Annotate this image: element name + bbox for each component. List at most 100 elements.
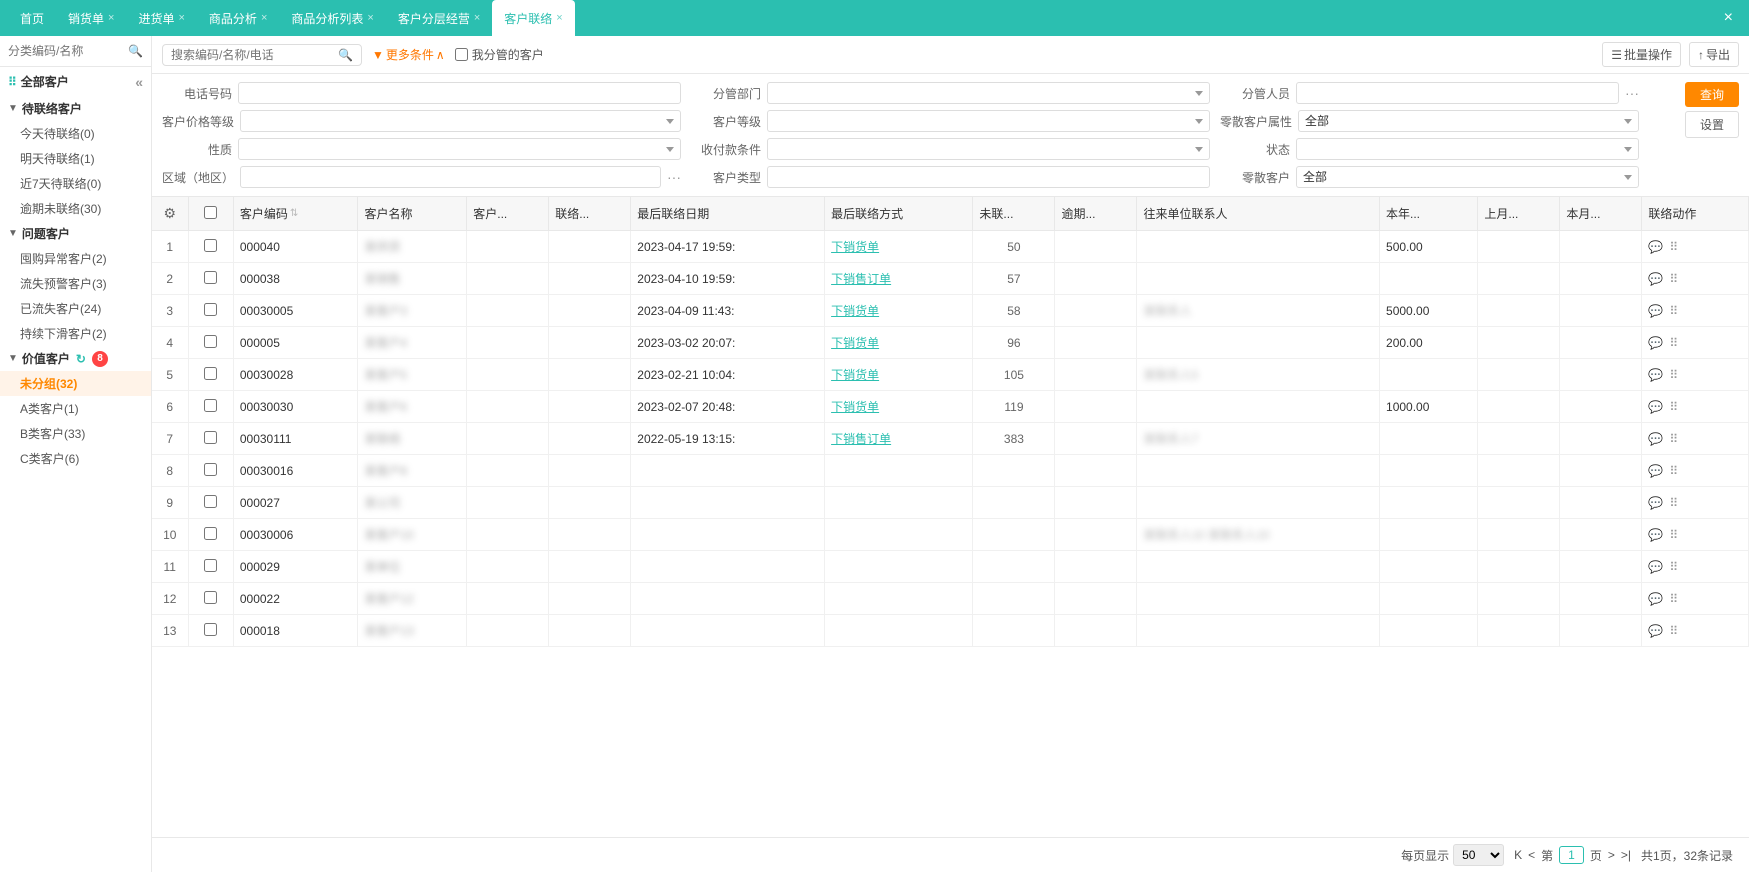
row-last-contact-method[interactable] [825, 519, 973, 551]
value-refresh-icon[interactable]: ↻ [76, 352, 86, 366]
search-input[interactable] [171, 48, 334, 62]
search-icon[interactable]: 🔍 [338, 48, 353, 62]
filter-retail-attr-select[interactable]: 全部 [1298, 110, 1639, 132]
row-select-checkbox[interactable] [204, 591, 217, 604]
action-more-icon[interactable]: ⠿ [1669, 272, 1678, 286]
sidebar-group-pending[interactable]: ▼ 待联络客户 [0, 96, 151, 121]
row-checkbox[interactable] [188, 359, 233, 391]
row-last-contact-method[interactable] [825, 583, 973, 615]
tab-customer-contact[interactable]: 客户联络 × [492, 0, 574, 36]
action-more-icon[interactable]: ⠿ [1669, 592, 1678, 606]
filter-nature-select[interactable] [238, 138, 681, 160]
sidebar-item-ungroup[interactable]: 未分组(32) [0, 371, 151, 396]
row-checkbox[interactable] [188, 615, 233, 647]
col-code-header[interactable]: 客户编码 ⇅ [233, 197, 358, 231]
row-select-checkbox[interactable] [204, 463, 217, 476]
filter-payment-select[interactable] [767, 138, 1210, 160]
col-code-sort[interactable]: 客户编码 ⇅ [240, 205, 352, 222]
filter-manager-input[interactable] [1296, 82, 1619, 104]
close-all-tabs[interactable]: × [1716, 9, 1741, 27]
row-checkbox[interactable] [188, 487, 233, 519]
sidebar-all-customers[interactable]: ⠿ 全部客户 « [0, 67, 151, 96]
filter-region-dots[interactable]: ··· [667, 169, 681, 185]
action-message-icon[interactable]: 💬 [1648, 560, 1663, 574]
current-page[interactable]: 1 [1559, 846, 1584, 864]
col-contact-header[interactable]: 联络... [549, 197, 631, 231]
tab-purchase[interactable]: 进货单 × [126, 0, 196, 36]
sidebar-collapse-icon[interactable]: « [135, 74, 143, 90]
tab-sales-close[interactable]: × [108, 12, 114, 24]
row-checkbox[interactable] [188, 263, 233, 295]
col-name-header[interactable]: 客户名称 [358, 197, 467, 231]
row-last-contact-method[interactable] [825, 487, 973, 519]
row-checkbox[interactable] [188, 327, 233, 359]
row-checkbox[interactable] [188, 455, 233, 487]
action-more-icon[interactable]: ⠿ [1669, 560, 1678, 574]
sidebar-item-today[interactable]: 今天待联络(0) [0, 121, 151, 146]
row-select-checkbox[interactable] [204, 495, 217, 508]
action-message-icon[interactable]: 💬 [1648, 624, 1663, 638]
action-more-icon[interactable]: ⠿ [1669, 304, 1678, 318]
action-message-icon[interactable]: 💬 [1648, 464, 1663, 478]
row-checkbox[interactable] [188, 583, 233, 615]
action-message-icon[interactable]: 💬 [1648, 592, 1663, 606]
action-message-icon[interactable]: 💬 [1648, 240, 1663, 254]
select-all-checkbox[interactable] [204, 206, 217, 219]
col-this-month-header[interactable]: 本月... [1560, 197, 1642, 231]
action-more-icon[interactable]: ⠿ [1669, 240, 1678, 254]
sidebar-item-churn-warning[interactable]: 流失预警客户(3) [0, 271, 151, 296]
action-more-icon[interactable]: ⠿ [1669, 368, 1678, 382]
tab-product-analysis-close[interactable]: × [261, 12, 267, 24]
col-ctype-header[interactable]: 客户... [467, 197, 549, 231]
sidebar-item-churned[interactable]: 已流失客户(24) [0, 296, 151, 321]
my-customers-checkbox[interactable] [455, 48, 468, 61]
filter-customer-level-select[interactable] [767, 110, 1210, 132]
row-last-contact-method[interactable]: 下销售订单 [825, 423, 973, 455]
tab-sales[interactable]: 销货单 × [56, 0, 126, 36]
action-more-icon[interactable]: ⠿ [1669, 432, 1678, 446]
action-message-icon[interactable]: 💬 [1648, 496, 1663, 510]
action-more-icon[interactable]: ⠿ [1669, 464, 1678, 478]
tab-customer-contact-close[interactable]: × [556, 12, 562, 24]
col-overdue-header[interactable]: 逾期... [1055, 197, 1137, 231]
sidebar-item-hoarding[interactable]: 囤购异常客户(2) [0, 246, 151, 271]
filter-cust-type-input[interactable] [767, 166, 1210, 188]
tab-home[interactable]: 首页 [8, 0, 56, 36]
row-select-checkbox[interactable] [204, 271, 217, 284]
sidebar-item-declining[interactable]: 持续下滑客户(2) [0, 321, 151, 346]
sidebar-item-overdue[interactable]: 逾期未联络(30) [0, 196, 151, 221]
sidebar-item-class-c[interactable]: C类客户(6) [0, 446, 151, 471]
action-message-icon[interactable]: 💬 [1648, 432, 1663, 446]
row-select-checkbox[interactable] [204, 399, 217, 412]
action-message-icon[interactable]: 💬 [1648, 528, 1663, 542]
row-last-contact-method[interactable] [825, 551, 973, 583]
sidebar-item-class-b[interactable]: B类客户(33) [0, 421, 151, 446]
filter-region-input[interactable] [240, 166, 661, 188]
filter-retail-select[interactable]: 全部 [1296, 166, 1639, 188]
col-last-date-header[interactable]: 最后联络日期 [631, 197, 825, 231]
row-checkbox[interactable] [188, 423, 233, 455]
filter-status-select[interactable] [1296, 138, 1639, 160]
row-last-contact-method[interactable]: 下销货单 [825, 295, 973, 327]
filter-price-level-select[interactable] [240, 110, 681, 132]
action-more-icon[interactable]: ⠿ [1669, 624, 1678, 638]
sidebar-item-class-a[interactable]: A类客户(1) [0, 396, 151, 421]
row-last-contact-method[interactable] [825, 615, 973, 647]
export-button[interactable]: ↑ 导出 [1689, 42, 1739, 67]
tab-purchase-close[interactable]: × [178, 12, 184, 24]
row-select-checkbox[interactable] [204, 623, 217, 636]
sidebar-item-tomorrow[interactable]: 明天待联络(1) [0, 146, 151, 171]
col-no-contact-header[interactable]: 未联... [973, 197, 1055, 231]
first-page-btn[interactable]: K [1514, 848, 1522, 862]
reset-button[interactable]: 设置 [1685, 111, 1739, 138]
col-last-month-header[interactable]: 上月... [1478, 197, 1560, 231]
col-year-header[interactable]: 本年... [1380, 197, 1478, 231]
tab-product-analysis[interactable]: 商品分析 × [197, 0, 279, 36]
tab-customer-tier[interactable]: 客户分层经营 × [386, 0, 492, 36]
per-page-select[interactable]: 50 100 200 [1453, 844, 1504, 866]
row-select-checkbox[interactable] [204, 239, 217, 252]
filter-more-btn[interactable]: ▼ 更多条件 ∧ [372, 46, 445, 63]
last-page-btn[interactable]: >| [1621, 848, 1631, 862]
action-message-icon[interactable]: 💬 [1648, 336, 1663, 350]
row-select-checkbox[interactable] [204, 335, 217, 348]
